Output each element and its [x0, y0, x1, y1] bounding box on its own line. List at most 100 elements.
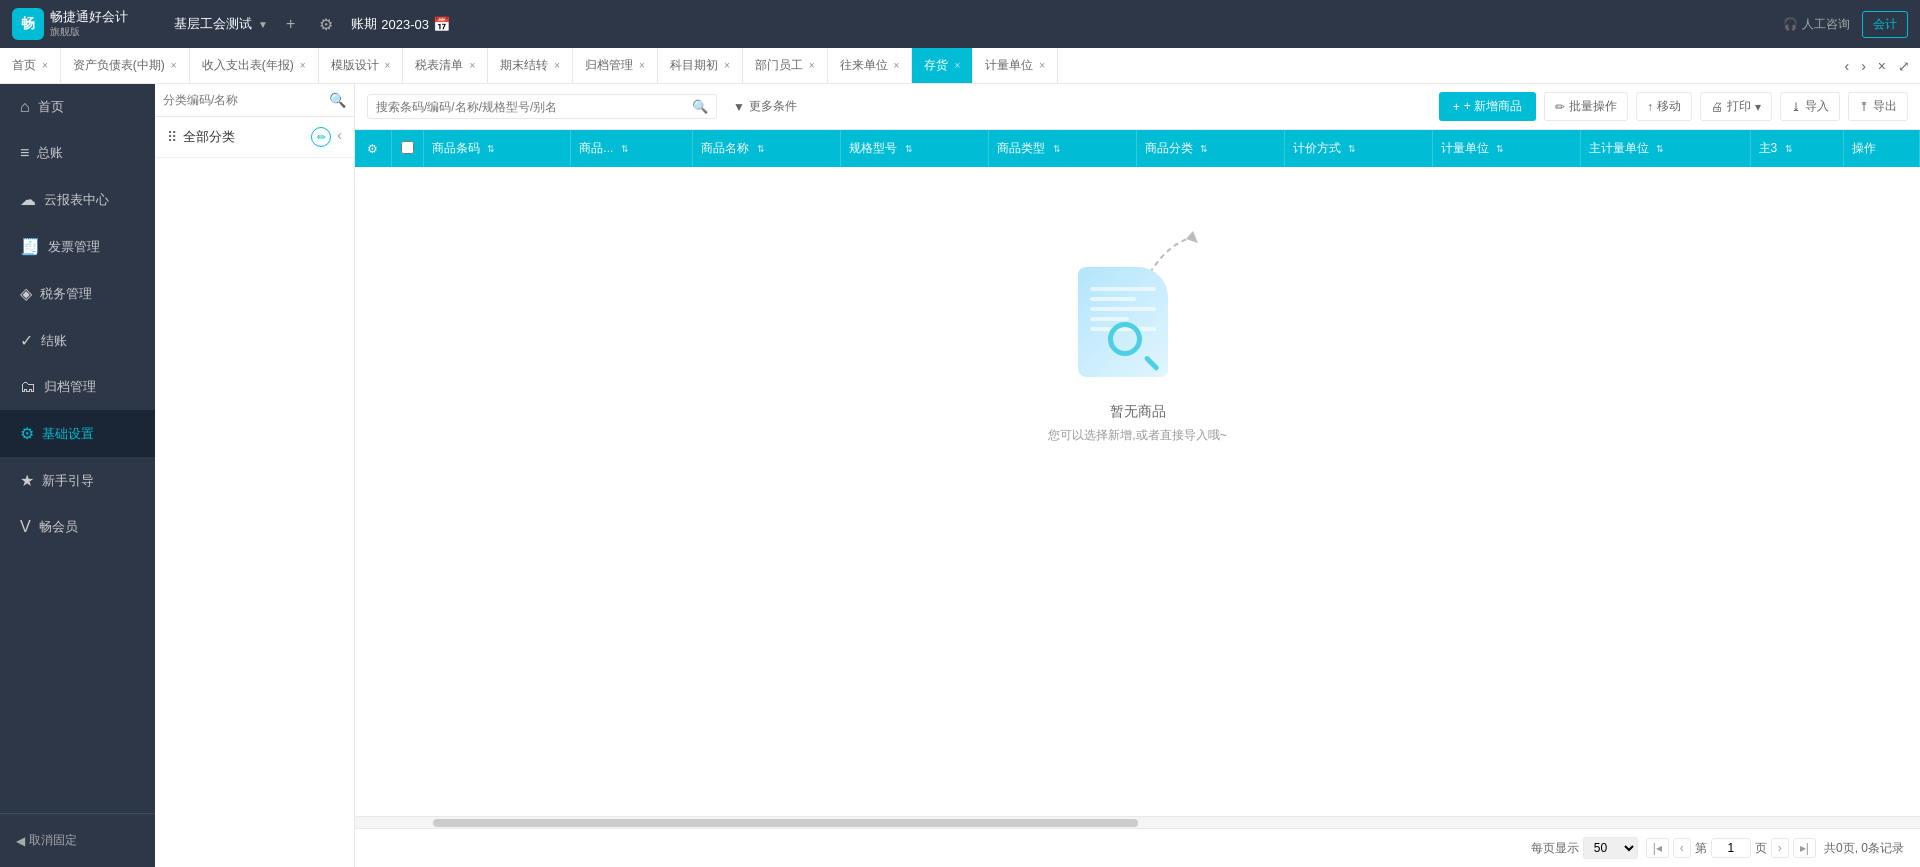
- prev-page-button[interactable]: ‹: [1673, 838, 1691, 858]
- tab-next-button[interactable]: ›: [1857, 56, 1870, 76]
- category-search-input[interactable]: [163, 93, 329, 107]
- left-panel: 🔍 ⠿ 全部分类 ✏ ‹: [155, 84, 355, 867]
- tab-tax[interactable]: 税表清单 ×: [403, 48, 488, 84]
- empty-illustration: [1058, 227, 1218, 387]
- account-button[interactable]: 会计: [1862, 11, 1908, 38]
- product-search-icon[interactable]: 🔍: [692, 99, 708, 114]
- tab-partner[interactable]: 往来单位 ×: [828, 48, 913, 84]
- sidebar-item-home[interactable]: ⌂ 首页: [0, 84, 155, 130]
- tab-close-all-button[interactable]: ×: [1874, 56, 1890, 76]
- tab-dept[interactable]: 部门员工 ×: [743, 48, 828, 84]
- tab-close-unit[interactable]: ×: [1039, 60, 1045, 71]
- col-category: 商品分类 ⇅: [1137, 130, 1285, 167]
- sort-type-icon[interactable]: ⇅: [1053, 144, 1061, 154]
- tab-period-end[interactable]: 期末结转 ×: [488, 48, 573, 84]
- sidebar-item-report[interactable]: ☁ 云报表中心: [0, 176, 155, 223]
- sidebar-item-invoice[interactable]: 🧾 发票管理: [0, 223, 155, 270]
- tab-close-archive[interactable]: ×: [639, 60, 645, 71]
- tab-close-subject[interactable]: ×: [724, 60, 730, 71]
- sort-barcode-icon[interactable]: ⇅: [487, 144, 495, 154]
- sort-unit-icon[interactable]: ⇅: [1496, 144, 1504, 154]
- settings-icon[interactable]: ⚙: [313, 13, 339, 36]
- add-icon: +: [1453, 100, 1460, 114]
- sort-spec-icon[interactable]: ⇅: [905, 144, 913, 154]
- sort-code-icon[interactable]: ⇅: [621, 144, 629, 154]
- page-label-pre: 第: [1695, 840, 1707, 857]
- sidebar-item-settle[interactable]: ✓ 结账: [0, 317, 155, 364]
- tab-close-inventory[interactable]: ×: [954, 60, 960, 71]
- tab-asset[interactable]: 资产负债表(中期) ×: [61, 48, 190, 84]
- calendar-icon[interactable]: 📅: [433, 16, 450, 32]
- import-icon: ⤓: [1791, 100, 1801, 114]
- tab-income[interactable]: 收入支出表(年报) ×: [190, 48, 319, 84]
- tab-close-home[interactable]: ×: [42, 60, 48, 71]
- tab-close-partner[interactable]: ×: [894, 60, 900, 71]
- inner-content: 🔍 ⠿ 全部分类 ✏ ‹ 🔍: [155, 84, 1920, 867]
- table-container: ⚙ 商品条码 ⇅ 商品... ⇅: [355, 130, 1920, 816]
- collapse-panel-button[interactable]: ‹: [337, 127, 342, 147]
- company-selector[interactable]: 基层工会测试 ▼: [174, 15, 268, 33]
- select-all-checkbox[interactable]: [401, 141, 414, 154]
- tab-close-template[interactable]: ×: [385, 60, 391, 71]
- page-number-input[interactable]: [1711, 838, 1751, 858]
- last-page-button[interactable]: ▸|: [1793, 838, 1816, 858]
- tab-expand-button[interactable]: ⤢: [1894, 56, 1914, 76]
- unpin-button[interactable]: ◀ 取消固定: [0, 824, 155, 857]
- col-action: 操作: [1844, 130, 1920, 167]
- filter-button[interactable]: ▼ 更多条件: [725, 94, 805, 119]
- basic-settings-icon: ⚙: [20, 424, 34, 443]
- category-search-icon[interactable]: 🔍: [329, 92, 346, 108]
- sort-price-mode-icon[interactable]: ⇅: [1348, 144, 1356, 154]
- tab-close-dept[interactable]: ×: [809, 60, 815, 71]
- col-main-unit: 主计量单位 ⇅: [1580, 130, 1750, 167]
- print-dropdown-icon: ▾: [1755, 100, 1761, 114]
- sort-main3-icon[interactable]: ⇅: [1785, 144, 1793, 154]
- toolbar-right: + + 新增商品 ✏ 批量操作 ↑ 移动 🖨: [1439, 92, 1908, 121]
- category-label: 全部分类: [183, 128, 235, 146]
- period-label: 账期: [351, 15, 377, 33]
- sidebar-item-archive[interactable]: 🗂 归档管理: [0, 364, 155, 410]
- col-settings[interactable]: ⚙: [355, 130, 391, 167]
- print-button[interactable]: 🖨 打印 ▾: [1700, 92, 1772, 121]
- horizontal-scrollbar[interactable]: [355, 816, 1920, 828]
- category-edit-button[interactable]: ✏: [311, 127, 331, 147]
- tab-close-asset[interactable]: ×: [171, 60, 177, 71]
- tab-inventory[interactable]: 存货 ×: [912, 48, 973, 84]
- sort-name-icon[interactable]: ⇅: [757, 144, 765, 154]
- col-checkbox[interactable]: [391, 130, 423, 167]
- sidebar-item-ledger[interactable]: ≡ 总账: [0, 130, 155, 176]
- first-page-button[interactable]: |◂: [1646, 838, 1669, 858]
- batch-operation-button[interactable]: ✏ 批量操作: [1544, 92, 1628, 121]
- col-price-mode: 计价方式 ⇅: [1284, 130, 1432, 167]
- tab-archive[interactable]: 归档管理 ×: [573, 48, 658, 84]
- tab-prev-button[interactable]: ‹: [1840, 56, 1853, 76]
- customer-service-button[interactable]: 🎧 人工咨询: [1783, 16, 1850, 33]
- col-type: 商品类型 ⇅: [989, 130, 1137, 167]
- empty-state: 暂无商品 您可以选择新增,或者直接导入哦~: [355, 167, 1920, 504]
- tab-close-tax[interactable]: ×: [469, 60, 475, 71]
- sidebar-item-basic[interactable]: ⚙ 基础设置: [0, 410, 155, 457]
- tab-close-period-end[interactable]: ×: [554, 60, 560, 71]
- export-button[interactable]: ⤒ 导出: [1848, 92, 1908, 121]
- add-tab-button[interactable]: +: [280, 13, 301, 35]
- next-page-button[interactable]: ›: [1771, 838, 1789, 858]
- sort-category-icon[interactable]: ⇅: [1200, 144, 1208, 154]
- page-size-select[interactable]: 50 10 20 100: [1583, 837, 1638, 859]
- sidebar-item-guide[interactable]: ★ 新手引导: [0, 457, 155, 504]
- sidebar-item-member[interactable]: V 畅会员: [0, 504, 155, 550]
- search-box: 🔍: [367, 94, 717, 119]
- tab-unit[interactable]: 计量单位 ×: [973, 48, 1058, 84]
- import-button[interactable]: ⤓ 导入: [1780, 92, 1840, 121]
- tab-subject[interactable]: 科目期初 ×: [658, 48, 743, 84]
- cloud-icon: ☁: [20, 190, 36, 209]
- sort-main-unit-icon[interactable]: ⇅: [1656, 144, 1664, 154]
- tab-close-income[interactable]: ×: [300, 60, 306, 71]
- tab-home[interactable]: 首页 ×: [0, 48, 61, 84]
- tab-template[interactable]: 模版设计 ×: [319, 48, 404, 84]
- product-search-input[interactable]: [376, 100, 686, 114]
- scroll-thumb[interactable]: [433, 819, 1137, 827]
- logo-area: 畅 畅捷通好会计 旗舰版: [12, 8, 162, 40]
- add-product-button[interactable]: + + 新增商品: [1439, 92, 1536, 121]
- move-button[interactable]: ↑ 移动: [1636, 92, 1692, 121]
- sidebar-item-tax[interactable]: ◈ 税务管理: [0, 270, 155, 317]
